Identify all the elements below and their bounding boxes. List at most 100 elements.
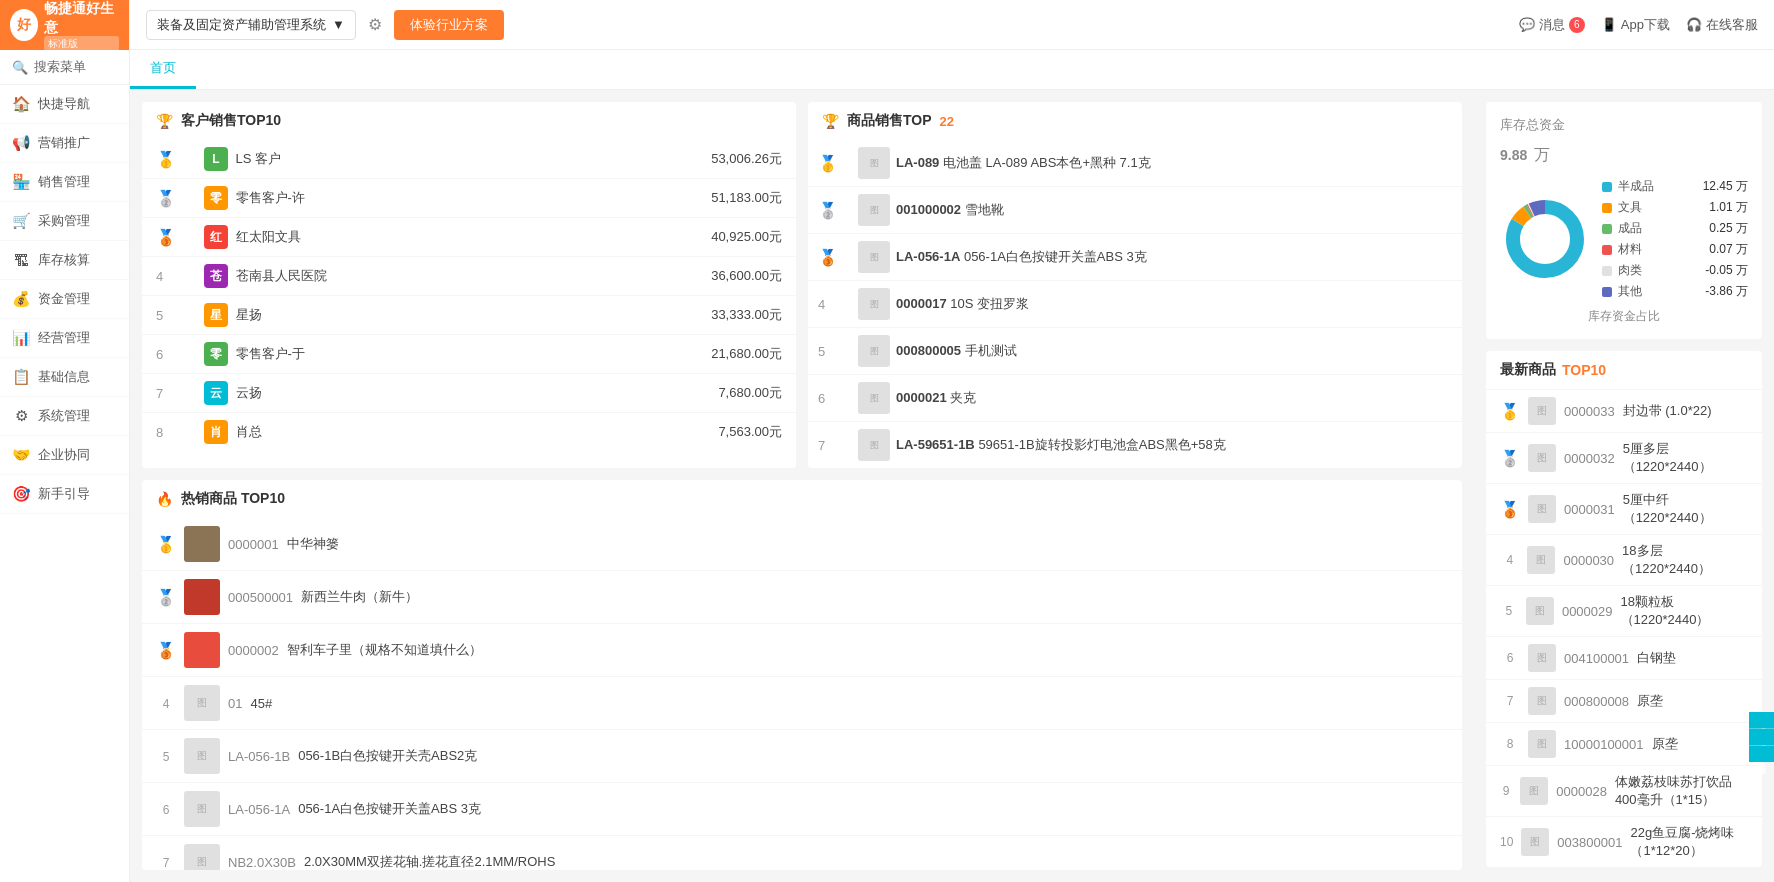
list-item: 10 图 003800001 22g鱼豆腐-烧烤味（1*12*20） bbox=[1486, 817, 1762, 867]
float-btn-1[interactable]: 服务社区 bbox=[1749, 729, 1774, 746]
newest-product-image: 图 bbox=[1521, 828, 1549, 856]
newest-title: 最新商品 bbox=[1500, 361, 1556, 379]
customer-amount: 7,680.00元 bbox=[556, 374, 796, 413]
rank-num: 🥈 bbox=[142, 179, 190, 218]
newest-product-name: 18颗粒板（1220*2440） bbox=[1621, 593, 1748, 629]
nav-label-finance: 资金管理 bbox=[38, 290, 90, 308]
newest-products-list: 🥇 图 0000033 封边带 (1.0*22) 🥈 图 0000032 5厘多… bbox=[1486, 390, 1762, 867]
legend-item: 半成品 12.45 万 bbox=[1602, 178, 1748, 195]
message-btn[interactable]: 💬 消息 6 bbox=[1519, 16, 1585, 34]
topbar: 装备及固定资产辅助管理系统 ▼ ⚙ 体验行业方案 💬 消息 6 📱 App下载 … bbox=[130, 0, 1774, 50]
tab-home[interactable]: 首页 bbox=[130, 50, 196, 89]
system-selector[interactable]: 装备及固定资产辅助管理系统 ▼ bbox=[146, 10, 356, 40]
list-item: 6 图 LA-056-1A 056-1A白色按键开关盖ABS 3克 bbox=[142, 783, 1462, 836]
legend-label: 其他 bbox=[1618, 283, 1699, 300]
rank-num: 🥇 bbox=[808, 140, 848, 187]
table-row: 🥉 图 LA-056-1A 056-1A白色按键开关盖ABS 3克 bbox=[808, 234, 1462, 281]
sidebar-item-guide[interactable]: 🎯新手引导 bbox=[0, 475, 129, 514]
sidebar-item-basic[interactable]: 📋基础信息 bbox=[0, 358, 129, 397]
newest-product-code: 0000032 bbox=[1564, 451, 1615, 466]
hot-product-code: 0000001 bbox=[228, 537, 279, 552]
customer-amount: 53,006.26元 bbox=[556, 140, 796, 179]
product-info: 图 LA-056-1A 056-1A白色按键开关盖ABS 3克 bbox=[848, 234, 1462, 281]
customer-avatar: 星 bbox=[204, 303, 228, 327]
list-item: 7 图 000800008 原垄 bbox=[1486, 680, 1762, 723]
sidebar-item-sales[interactable]: 🏪销售管理 bbox=[0, 163, 129, 202]
sidebar-item-quick-nav[interactable]: 🏠快捷导航 bbox=[0, 85, 129, 124]
newest-product-name: 5厘多层（1220*2440） bbox=[1623, 440, 1748, 476]
bronze-medal-icon: 🥉 bbox=[156, 642, 176, 659]
float-btn-0[interactable]: 客服热线 bbox=[1749, 712, 1774, 729]
sidebar-logo: 好 畅捷通好生意 标准版 bbox=[0, 0, 129, 50]
search-menu[interactable]: 🔍 搜索菜单 bbox=[0, 50, 129, 85]
legend-label: 肉类 bbox=[1618, 262, 1699, 279]
table-row: 🥈 图 001000002 雪地靴 bbox=[808, 187, 1462, 234]
customer-name: 星 星扬 bbox=[190, 296, 556, 335]
bronze-medal-icon: 🥉 bbox=[1500, 501, 1520, 518]
newest-rank: 🥉 bbox=[1500, 500, 1520, 519]
sidebar-item-collab[interactable]: 🤝企业协同 bbox=[0, 436, 129, 475]
settings-icon[interactable]: ⚙ bbox=[368, 15, 382, 34]
online-service-btn[interactable]: 🎧 在线客服 bbox=[1686, 16, 1758, 34]
newest-product-image: 图 bbox=[1527, 546, 1555, 574]
nav-label-sales: 销售管理 bbox=[38, 173, 90, 191]
inventory-title: 库存总资金 bbox=[1500, 116, 1748, 134]
customer-avatar: 肖 bbox=[204, 420, 228, 444]
legend-value: 1.01 万 bbox=[1709, 199, 1748, 216]
system-name: 装备及固定资产辅助管理系统 bbox=[157, 16, 326, 34]
list-item: 🥉 0000002 智利车子里（规格不知道填什么） bbox=[142, 624, 1462, 677]
fire-icon: 🔥 bbox=[156, 491, 173, 507]
customer-avatar: 零 bbox=[204, 342, 228, 366]
list-item: 7 图 NB2.0X30B 2.0X30MM双搓花轴.搓花直径2.1MM/ROH… bbox=[142, 836, 1462, 870]
float-buttons: 客服热线服务社区直播 bbox=[1749, 712, 1774, 762]
sidebar-item-operation[interactable]: 📊经营管理 bbox=[0, 319, 129, 358]
customer-name: 苍 苍南县人民医院 bbox=[190, 257, 556, 296]
newest-product-code: 0000028 bbox=[1556, 784, 1607, 799]
sidebar-item-marketing[interactable]: 📢营销推广 bbox=[0, 124, 129, 163]
newest-product-code: 004100001 bbox=[1564, 651, 1629, 666]
sidebar-item-finance[interactable]: 💰资金管理 bbox=[0, 280, 129, 319]
legend-value: 0.07 万 bbox=[1709, 241, 1748, 258]
list-item: 🥇 0000001 中华神篓 bbox=[142, 518, 1462, 571]
sidebar-item-inventory[interactable]: 🏗库存核算 bbox=[0, 241, 129, 280]
list-item: 5 图 LA-056-1B 056-1B白色按键开关壳ABS2克 bbox=[142, 730, 1462, 783]
sidebar-item-system[interactable]: ⚙系统管理 bbox=[0, 397, 129, 436]
customer-avatar: 苍 bbox=[204, 264, 228, 288]
search-label: 搜索菜单 bbox=[34, 58, 86, 76]
silver-medal-icon: 🥈 bbox=[818, 202, 838, 219]
sidebar: 好 畅捷通好生意 标准版 🔍 搜索菜单 🏠快捷导航📢营销推广🏪销售管理🛒采购管理… bbox=[0, 0, 130, 882]
product-image: 图 bbox=[858, 288, 890, 320]
nav-label-system: 系统管理 bbox=[38, 407, 90, 425]
list-item: 6 图 004100001 白钢垫 bbox=[1486, 637, 1762, 680]
app-download-btn[interactable]: 📱 App下载 bbox=[1601, 16, 1670, 34]
hot-product-name: 056-1B白色按键开关壳ABS2克 bbox=[298, 747, 477, 765]
rank-num: 7 bbox=[808, 422, 848, 469]
topbar-right: 💬 消息 6 📱 App下载 🎧 在线客服 bbox=[1519, 16, 1758, 34]
customer-ranking-title: 客户销售TOP10 bbox=[181, 112, 281, 130]
hot-rank: 🥈 bbox=[156, 588, 176, 607]
nav-label-collab: 企业协同 bbox=[38, 446, 90, 464]
product-name: 0000021 夹克 bbox=[896, 389, 976, 407]
legend-label: 成品 bbox=[1618, 220, 1703, 237]
nav-label-operation: 经营管理 bbox=[38, 329, 90, 347]
hot-product-image bbox=[184, 579, 220, 615]
legend-item: 其他 -3.86 万 bbox=[1602, 283, 1748, 300]
customer-name: 肖 肖总 bbox=[190, 413, 556, 452]
sidebar-nav: 🏠快捷导航📢营销推广🏪销售管理🛒采购管理🏗库存核算💰资金管理📊经营管理📋基础信息… bbox=[0, 85, 129, 514]
newest-product-image: 图 bbox=[1528, 644, 1556, 672]
product-name: 0000017 10S 变扭罗浆 bbox=[896, 295, 1029, 313]
customer-amount: 51,183.00元 bbox=[556, 179, 796, 218]
sidebar-item-purchase[interactable]: 🛒采购管理 bbox=[0, 202, 129, 241]
nav-label-marketing: 营销推广 bbox=[38, 134, 90, 152]
float-btn-2[interactable]: 直播 bbox=[1749, 746, 1774, 762]
hot-product-image bbox=[184, 526, 220, 562]
donut-chart-container: 半成品 12.45 万 文具 1.01 万 成品 0.25 万 材料 0.07 … bbox=[1500, 178, 1748, 300]
tab-home-label: 首页 bbox=[150, 59, 176, 77]
product-name: 001000002 雪地靴 bbox=[896, 201, 1004, 219]
customer-amount: 36,600.00元 bbox=[556, 257, 796, 296]
trial-button[interactable]: 体验行业方案 bbox=[394, 10, 504, 40]
hot-product-name: 2.0X30MM双搓花轴.搓花直径2.1MM/ROHS bbox=[304, 853, 555, 870]
legend-value: 12.45 万 bbox=[1703, 178, 1748, 195]
product-name: LA-59651-1B 59651-1B旋转投影灯电池盒ABS黑色+58克 bbox=[896, 436, 1226, 454]
product-name: LA-089 电池盖 LA-089 ABS本色+黑种 7.1克 bbox=[896, 154, 1151, 172]
